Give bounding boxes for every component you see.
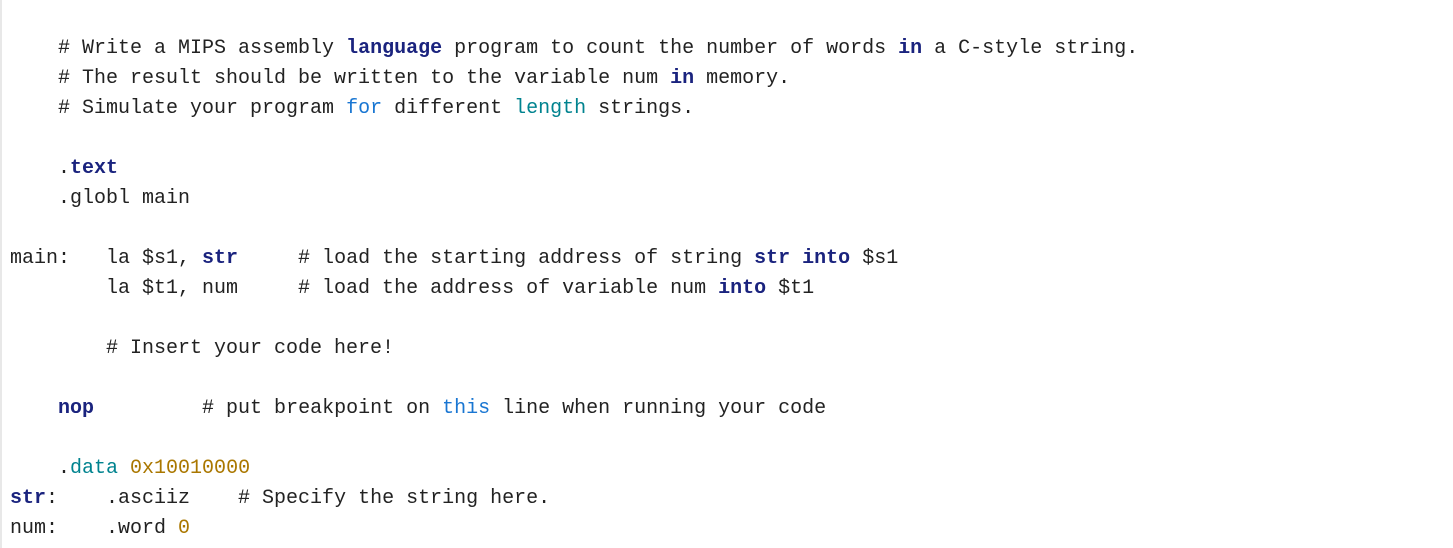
code-line-6: .globl main bbox=[10, 187, 190, 210]
code-line-13: nop # put breakpoint on this line when r… bbox=[10, 397, 826, 420]
code-line-15: .data 0x10010000 bbox=[10, 457, 250, 480]
code-line-17: num: .word 0 bbox=[10, 517, 190, 540]
code-line-5: .text bbox=[10, 157, 118, 180]
code-line-16: str: .asciiz # Specify the string here. bbox=[10, 487, 550, 510]
code-editor: # Write a MIPS assembly language program… bbox=[0, 0, 1453, 548]
code-line-11: # Insert your code here! bbox=[10, 337, 394, 360]
code-line-9: la $t1, num # load the address of variab… bbox=[10, 277, 814, 300]
code-line-3: # Simulate your program for different le… bbox=[10, 97, 694, 120]
code-line-2: # The result should be written to the va… bbox=[10, 67, 790, 90]
code-line-1: # Write a MIPS assembly language program… bbox=[10, 37, 1138, 60]
code-line-8: main: la $s1, str # load the starting ad… bbox=[10, 247, 898, 270]
